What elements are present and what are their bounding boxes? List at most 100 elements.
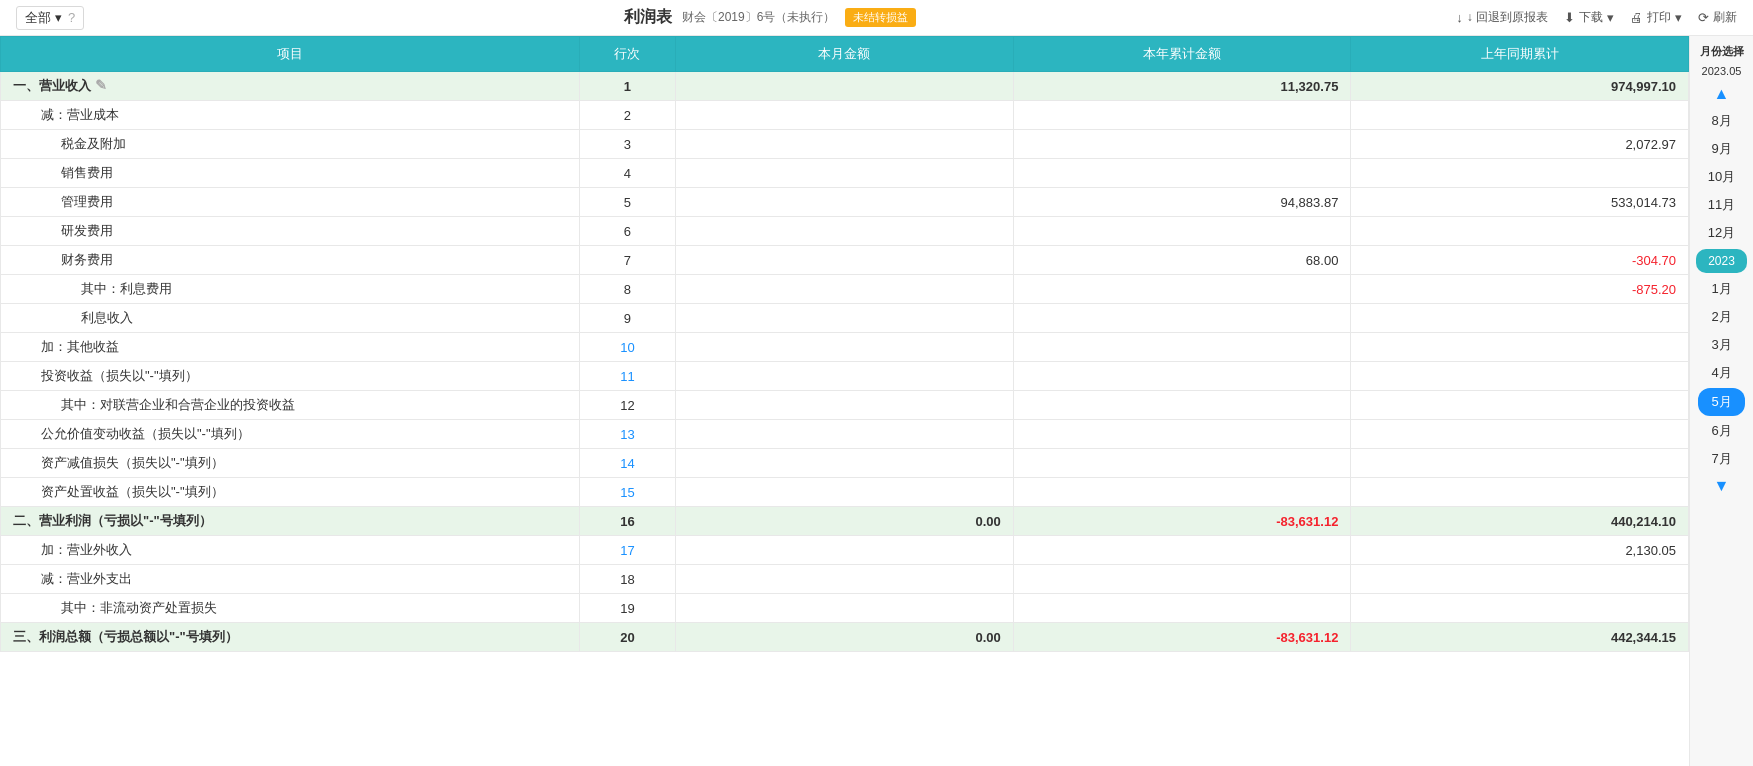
table-row: 利息收入 9 bbox=[1, 304, 1689, 333]
prev-value-cell bbox=[1351, 478, 1689, 507]
month-value-cell bbox=[676, 217, 1014, 246]
header: 全部 ▾ ? 利润表 财会〔2019〕6号（未执行） 未结转损益 ↓ ↓ 回退到… bbox=[0, 0, 1753, 36]
row-num-cell: 1 bbox=[579, 72, 675, 101]
table-row: 资产处置收益（损失以"-"填列） 15 bbox=[1, 478, 1689, 507]
month-item[interactable]: 3月 bbox=[1690, 331, 1753, 359]
month-item[interactable]: 7月 bbox=[1690, 445, 1753, 473]
item-cell: 研发费用 bbox=[1, 217, 580, 246]
item-cell: 资产减值损失（损失以"-"填列） bbox=[1, 449, 580, 478]
help-icon[interactable]: ? bbox=[68, 10, 75, 25]
row-num-cell: 14 bbox=[579, 449, 675, 478]
month-item[interactable]: 11月 bbox=[1690, 191, 1753, 219]
month-value-cell bbox=[676, 275, 1014, 304]
month-nav-up[interactable]: ▲ bbox=[1710, 81, 1734, 107]
item-cell: 三、利润总额（亏损总额以"-"号填列） bbox=[1, 623, 580, 652]
month-item[interactable]: 1月 bbox=[1690, 275, 1753, 303]
prev-value-cell bbox=[1351, 217, 1689, 246]
row-num-cell: 16 bbox=[579, 507, 675, 536]
table-row: 管理费用 5 94,883.87 533,014.73 bbox=[1, 188, 1689, 217]
row-num-cell: 4 bbox=[579, 159, 675, 188]
prev-value-cell bbox=[1351, 362, 1689, 391]
col-header-year: 本年累计金额 bbox=[1013, 37, 1351, 72]
item-cell: 其中：利息费用 bbox=[1, 275, 580, 304]
row-num-cell: 11 bbox=[579, 362, 675, 391]
prev-value-cell: 2,130.05 bbox=[1351, 536, 1689, 565]
table-row: 销售费用 4 bbox=[1, 159, 1689, 188]
table-wrapper[interactable]: 项目 行次 本月金额 本年累计金额 上年同期累计 一、营业收入 ✎ 1 11,3… bbox=[0, 36, 1689, 766]
col-header-row: 行次 bbox=[579, 37, 675, 72]
table-row: 投资收益（损失以"-"填列） 11 bbox=[1, 362, 1689, 391]
month-value-cell bbox=[676, 420, 1014, 449]
month-value-cell bbox=[676, 391, 1014, 420]
month-year-badge[interactable]: 2023 bbox=[1696, 249, 1747, 273]
header-left: 全部 ▾ ? bbox=[16, 6, 84, 30]
prev-value-cell bbox=[1351, 159, 1689, 188]
item-cell: 管理费用 bbox=[1, 188, 580, 217]
prev-value-cell bbox=[1351, 449, 1689, 478]
month-item[interactable]: 9月 bbox=[1690, 135, 1753, 163]
year-value-cell bbox=[1013, 304, 1351, 333]
prev-value-cell: 2,072.97 bbox=[1351, 130, 1689, 159]
item-cell: 减：营业外支出 bbox=[1, 565, 580, 594]
month-item[interactable]: 5月 bbox=[1698, 388, 1745, 416]
month-value-cell bbox=[676, 188, 1014, 217]
back-icon: ↓ bbox=[1456, 10, 1463, 25]
item-cell: 一、营业收入 ✎ bbox=[1, 72, 580, 101]
download-button[interactable]: ⬇ 下载 ▾ bbox=[1564, 9, 1614, 26]
col-header-prev: 上年同期累计 bbox=[1351, 37, 1689, 72]
edit-icon[interactable]: ✎ bbox=[95, 77, 107, 93]
prev-value-cell bbox=[1351, 594, 1689, 623]
item-text: 一、营业收入 bbox=[13, 78, 91, 93]
month-value-cell bbox=[676, 362, 1014, 391]
item-cell: 投资收益（损失以"-"填列） bbox=[1, 362, 580, 391]
row-num-cell: 19 bbox=[579, 594, 675, 623]
month-item[interactable]: 6月 bbox=[1690, 417, 1753, 445]
table-row: 其中：利息费用 8 -875.20 bbox=[1, 275, 1689, 304]
col-header-item: 项目 bbox=[1, 37, 580, 72]
row-num-cell: 13 bbox=[579, 420, 675, 449]
month-value-cell bbox=[676, 536, 1014, 565]
prev-value-cell: 442,344.15 bbox=[1351, 623, 1689, 652]
month-item[interactable]: 8月 bbox=[1690, 107, 1753, 135]
year-value-cell bbox=[1013, 536, 1351, 565]
download-icon: ⬇ bbox=[1564, 10, 1575, 25]
item-cell: 加：其他收益 bbox=[1, 333, 580, 362]
category-selector[interactable]: 全部 ▾ ? bbox=[16, 6, 84, 30]
month-item[interactable]: 4月 bbox=[1690, 359, 1753, 387]
month-item[interactable]: 12月 bbox=[1690, 219, 1753, 247]
prev-value-cell: 533,014.73 bbox=[1351, 188, 1689, 217]
table-row: 一、营业收入 ✎ 1 11,320.75 974,997.10 bbox=[1, 72, 1689, 101]
month-value-cell bbox=[676, 478, 1014, 507]
row-num-cell: 7 bbox=[579, 246, 675, 275]
prev-value-cell: 440,214.10 bbox=[1351, 507, 1689, 536]
month-value-cell bbox=[676, 594, 1014, 623]
month-sidebar: 月份选择 2023.05 ▲ 8月9月10月11月12月20231月2月3月4月… bbox=[1689, 36, 1753, 766]
year-value-cell bbox=[1013, 565, 1351, 594]
item-cell: 利息收入 bbox=[1, 304, 580, 333]
back-button[interactable]: ↓ ↓ 回退到原报表 bbox=[1456, 9, 1548, 26]
year-value-cell bbox=[1013, 449, 1351, 478]
year-value-cell bbox=[1013, 217, 1351, 246]
row-num-cell: 8 bbox=[579, 275, 675, 304]
table-area: 项目 行次 本月金额 本年累计金额 上年同期累计 一、营业收入 ✎ 1 11,3… bbox=[0, 36, 1689, 766]
item-cell: 财务费用 bbox=[1, 246, 580, 275]
table-row: 加：营业外收入 17 2,130.05 bbox=[1, 536, 1689, 565]
item-cell: 加：营业外收入 bbox=[1, 536, 580, 565]
report-subtitle: 财会〔2019〕6号（未执行） bbox=[682, 9, 835, 26]
refresh-button[interactable]: ⟳ 刷新 bbox=[1698, 9, 1737, 26]
year-value-cell bbox=[1013, 275, 1351, 304]
year-value-cell bbox=[1013, 159, 1351, 188]
month-nav: 8月9月10月11月12月20231月2月3月4月5月6月7月 bbox=[1690, 107, 1753, 473]
main-content: 项目 行次 本月金额 本年累计金额 上年同期累计 一、营业收入 ✎ 1 11,3… bbox=[0, 36, 1753, 766]
month-item[interactable]: 10月 bbox=[1690, 163, 1753, 191]
month-item[interactable]: 2月 bbox=[1690, 303, 1753, 331]
table-header-row: 项目 行次 本月金额 本年累计金额 上年同期累计 bbox=[1, 37, 1689, 72]
header-actions: ↓ ↓ 回退到原报表 ⬇ 下载 ▾ 🖨 打印 ▾ ⟳ 刷新 bbox=[1456, 9, 1737, 26]
prev-value-cell bbox=[1351, 565, 1689, 594]
month-nav-down[interactable]: ▼ bbox=[1710, 473, 1734, 499]
item-cell: 其中：对联营企业和合营企业的投资收益 bbox=[1, 391, 580, 420]
prev-value-cell bbox=[1351, 101, 1689, 130]
month-value-cell bbox=[676, 72, 1014, 101]
print-button[interactable]: 🖨 打印 ▾ bbox=[1630, 9, 1682, 26]
year-value-cell bbox=[1013, 130, 1351, 159]
